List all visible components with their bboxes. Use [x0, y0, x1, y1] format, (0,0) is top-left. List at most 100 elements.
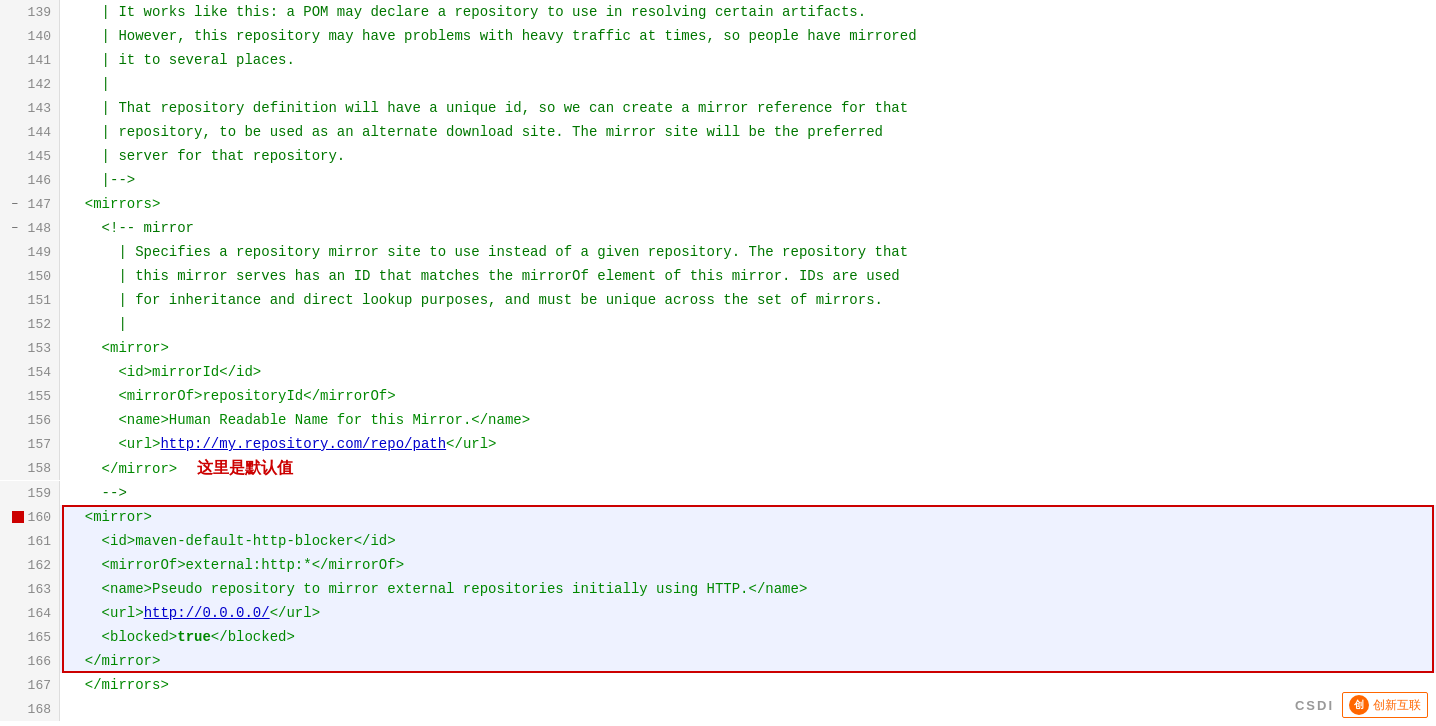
comment-text: --> — [102, 485, 127, 501]
line-content-158: </mirror> 这里是默认值 — [60, 456, 1436, 481]
line-content-143: | That repository definition will have a… — [60, 96, 1436, 120]
line-content-151: | for inheritance and direct lookup purp… — [60, 288, 1436, 312]
line-content-164: <url>http://0.0.0.0/</url> — [60, 601, 1436, 625]
line-content-145: | server for that repository. — [60, 144, 1436, 168]
comment-text: | repository, to be used as an alternate… — [68, 124, 883, 140]
line-number-157: 157 — [0, 432, 60, 456]
comment-text: | server for that repository. — [68, 148, 345, 164]
code-line-163: 163 <name>Pseudo repository to mirror ex… — [0, 577, 1436, 601]
line-num-text: 140 — [28, 29, 51, 44]
watermark-logo-text: 创新互联 — [1373, 697, 1421, 714]
url-text: http://0.0.0.0/ — [144, 605, 270, 621]
annotation-text: 这里是默认值 — [197, 459, 293, 476]
error-icon — [12, 511, 24, 523]
line-number-162: 162 — [0, 553, 60, 577]
line-content-159: --> — [60, 481, 1436, 505]
line-number-152: 152 — [0, 312, 60, 336]
line-num-text: 154 — [28, 365, 51, 380]
code-line-154: 154 <id>mirrorId</id> — [0, 360, 1436, 384]
code-lines: 139 | It works like this: a POM may decl… — [0, 0, 1436, 721]
line-number-142: 142 — [0, 72, 60, 96]
xml-tag: <blocked> — [102, 629, 178, 645]
xml-tag: </mirror> — [102, 461, 178, 477]
line-content-146: |--> — [60, 168, 1436, 192]
line-num-text: 161 — [28, 534, 51, 549]
line-num-text: 144 — [28, 125, 51, 140]
line-content-154: <id>mirrorId</id> — [60, 360, 1436, 384]
line-number-146: 146 — [0, 168, 60, 192]
line-content-149: | Specifies a repository mirror site to … — [60, 240, 1436, 264]
comment-text: | That repository definition will have a… — [68, 100, 908, 116]
line-number-167: 167 — [0, 673, 60, 697]
xml-tag: </url> — [446, 436, 496, 452]
line-number-160: 160 — [0, 505, 60, 529]
line-num-text: 165 — [28, 630, 51, 645]
line-number-155: 155 — [0, 384, 60, 408]
code-line-167: 167 </mirrors> — [0, 673, 1436, 697]
line-content-150: | this mirror serves has an ID that matc… — [60, 264, 1436, 288]
line-content-155: <mirrorOf>repositoryId</mirrorOf> — [60, 384, 1436, 408]
fold-icon[interactable]: − — [12, 198, 24, 210]
line-num-text: 158 — [28, 461, 51, 476]
line-num-text: 163 — [28, 582, 51, 597]
line-num-text: 155 — [28, 389, 51, 404]
line-number-164: 164 — [0, 601, 60, 625]
line-content-142: | — [60, 72, 1436, 96]
line-number-150: 150 — [0, 264, 60, 288]
line-num-text: 139 — [28, 5, 51, 20]
code-line-146: 146 |--> — [0, 168, 1436, 192]
comment-text: | — [68, 76, 110, 92]
line-num-text: 145 — [28, 149, 51, 164]
code-line-153: 153 <mirror> — [0, 336, 1436, 360]
watermark-csdi-text: CSDI — [1295, 698, 1334, 713]
xml-tag: <name>Pseudo repository to mirror extern… — [102, 581, 808, 597]
xml-tag: </mirror> — [85, 653, 161, 669]
line-num-text: 157 — [28, 437, 51, 452]
code-line-144: 144 | repository, to be used as an alter… — [0, 120, 1436, 144]
line-number-139: 139 — [0, 0, 60, 24]
line-num-text: 162 — [28, 558, 51, 573]
line-number-140: 140 — [0, 24, 60, 48]
code-line-139: 139 | It works like this: a POM may decl… — [0, 0, 1436, 24]
comment-text: |--> — [68, 172, 135, 188]
line-number-163: 163 — [0, 577, 60, 601]
fold-icon[interactable]: − — [12, 222, 24, 234]
line-num-text: 152 — [28, 317, 51, 332]
line-content-163: <name>Pseudo repository to mirror extern… — [60, 577, 1436, 601]
xml-tag: <mirrorOf>repositoryId</mirrorOf> — [118, 388, 395, 404]
watermark-logo: 创 创新互联 — [1342, 692, 1428, 718]
line-num-text: 156 — [28, 413, 51, 428]
line-content-167: </mirrors> — [60, 673, 1436, 697]
line-content-139: | It works like this: a POM may declare … — [60, 0, 1436, 24]
line-content-153: <mirror> — [60, 336, 1436, 360]
line-number-168: 168 — [0, 697, 60, 721]
line-number-159: 159 — [0, 481, 60, 505]
code-line-152: 152 | — [0, 312, 1436, 336]
line-number-156: 156 — [0, 408, 60, 432]
line-number-145: 145 — [0, 144, 60, 168]
url-text: http://my.repository.com/repo/path — [160, 436, 446, 452]
line-num-text: 160 — [28, 510, 51, 525]
line-number-153: 153 — [0, 336, 60, 360]
line-number-144: 144 — [0, 120, 60, 144]
line-content-160: <mirror> — [60, 505, 1436, 529]
code-line-168: 168 — [0, 697, 1436, 721]
code-line-140: 140 | However, this repository may have … — [0, 24, 1436, 48]
xml-tag: <url> — [118, 436, 160, 452]
comment-text: | it to several places. — [68, 52, 295, 68]
code-line-150: 150 | this mirror serves has an ID that … — [0, 264, 1436, 288]
line-content-162: <mirrorOf>external:http:*</mirrorOf> — [60, 553, 1436, 577]
code-line-166: 166 </mirror> — [0, 649, 1436, 673]
line-content-161: <id>maven-default-http-blocker</id> — [60, 529, 1436, 553]
comment-text: | for inheritance and direct lookup purp… — [68, 292, 883, 308]
line-num-text: 149 — [28, 245, 51, 260]
line-number-166: 166 — [0, 649, 60, 673]
line-number-158: 158 — [0, 456, 60, 480]
line-number-141: 141 — [0, 48, 60, 72]
xml-tag: <id>maven-default-http-blocker</id> — [102, 533, 396, 549]
code-line-161: 161 <id>maven-default-http-blocker</id> — [0, 529, 1436, 553]
line-content-156: <name>Human Readable Name for this Mirro… — [60, 408, 1436, 432]
line-number-148: −148 — [0, 216, 60, 240]
line-content-141: | it to several places. — [60, 48, 1436, 72]
xml-tag: <mirrorOf>external:http:*</mirrorOf> — [102, 557, 404, 573]
